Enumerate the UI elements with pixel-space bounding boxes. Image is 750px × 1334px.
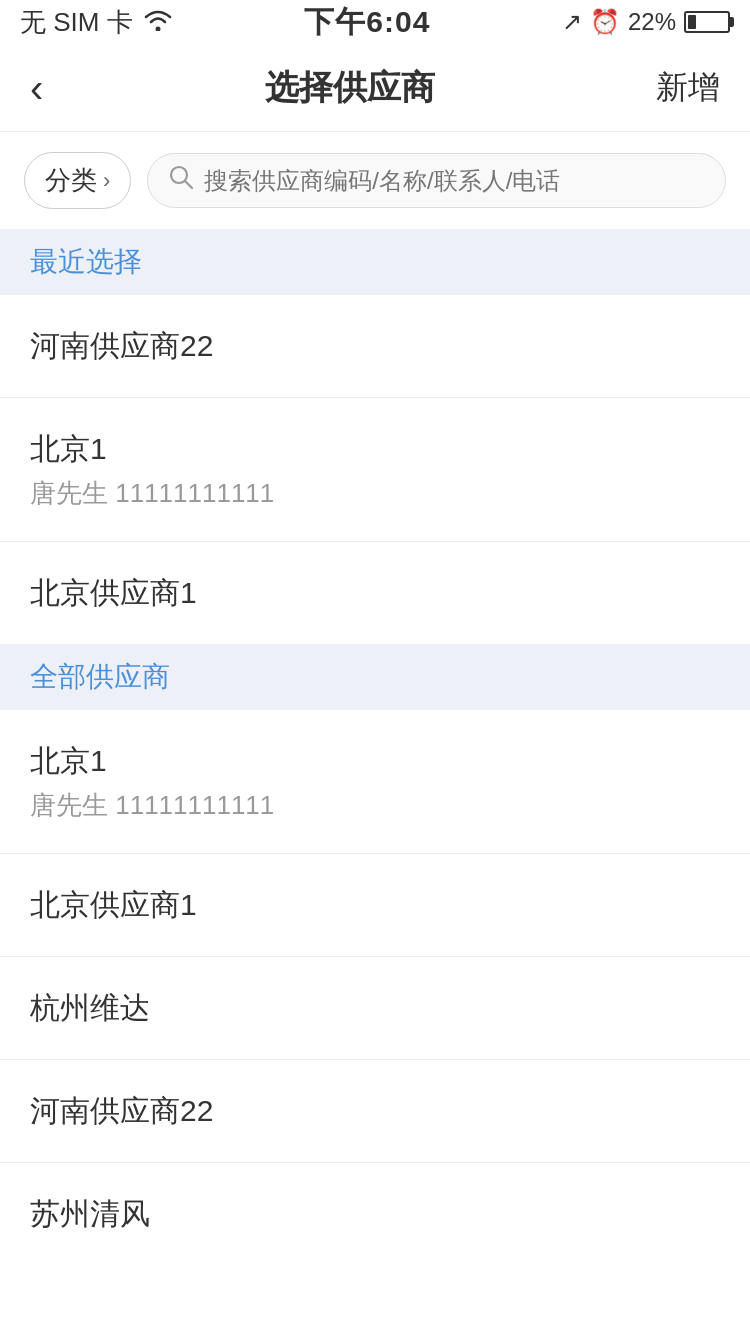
- list-item[interactable]: 北京供应商1: [0, 542, 750, 644]
- status-time: 下午6:04: [304, 2, 430, 43]
- recent-section-header: 最近选择: [0, 229, 750, 295]
- battery-icon: [684, 11, 730, 33]
- category-button[interactable]: 分类 ›: [24, 152, 131, 209]
- item-name: 河南供应商22: [30, 1090, 720, 1132]
- item-name: 北京供应商1: [30, 884, 720, 926]
- search-input[interactable]: [204, 167, 705, 195]
- alarm-icon: ⏰: [590, 8, 620, 36]
- status-left: 无 SIM 卡: [20, 5, 173, 40]
- item-name: 北京1: [30, 740, 720, 782]
- item-name: 河南供应商22: [30, 325, 720, 367]
- list-item[interactable]: 河南供应商22: [0, 1060, 750, 1163]
- item-sub: 唐先生 11111111111: [30, 476, 720, 511]
- item-name: 苏州清风: [30, 1193, 720, 1235]
- recent-list: 河南供应商22 北京1 唐先生 11111111111 北京供应商1: [0, 295, 750, 644]
- sim-label: 无 SIM 卡: [20, 5, 133, 40]
- all-section-header: 全部供应商: [0, 644, 750, 710]
- svg-line-2: [185, 181, 192, 188]
- list-item[interactable]: 北京供应商1: [0, 854, 750, 957]
- search-box: [147, 153, 726, 208]
- item-name: 北京1: [30, 428, 720, 470]
- list-item[interactable]: 河南供应商22: [0, 295, 750, 398]
- location-icon: ↗: [562, 8, 582, 36]
- wifi-icon: [143, 7, 173, 38]
- list-item[interactable]: 苏州清风: [0, 1163, 750, 1265]
- list-item[interactable]: 北京1 唐先生 11111111111: [0, 398, 750, 542]
- category-label: 分类: [45, 163, 97, 198]
- list-item[interactable]: 北京1 唐先生 11111111111: [0, 710, 750, 854]
- list-item[interactable]: 杭州维达: [0, 957, 750, 1060]
- back-button[interactable]: ‹: [30, 68, 43, 108]
- add-button[interactable]: 新增: [656, 66, 720, 110]
- search-icon: [168, 164, 194, 197]
- chevron-right-icon: ›: [103, 168, 110, 194]
- item-sub: 唐先生 11111111111: [30, 788, 720, 823]
- item-name: 北京供应商1: [30, 572, 720, 614]
- svg-point-0: [155, 26, 160, 31]
- nav-bar: ‹ 选择供应商 新增: [0, 44, 750, 132]
- page-title: 选择供应商: [265, 65, 435, 111]
- item-name: 杭州维达: [30, 987, 720, 1029]
- battery-percent: 22%: [628, 8, 676, 36]
- all-list: 北京1 唐先生 11111111111 北京供应商1 杭州维达 河南供应商22 …: [0, 710, 750, 1265]
- status-right: ↗ ⏰ 22%: [562, 8, 730, 36]
- filter-row: 分类 ›: [0, 132, 750, 229]
- status-bar: 无 SIM 卡 下午6:04 ↗ ⏰ 22%: [0, 0, 750, 44]
